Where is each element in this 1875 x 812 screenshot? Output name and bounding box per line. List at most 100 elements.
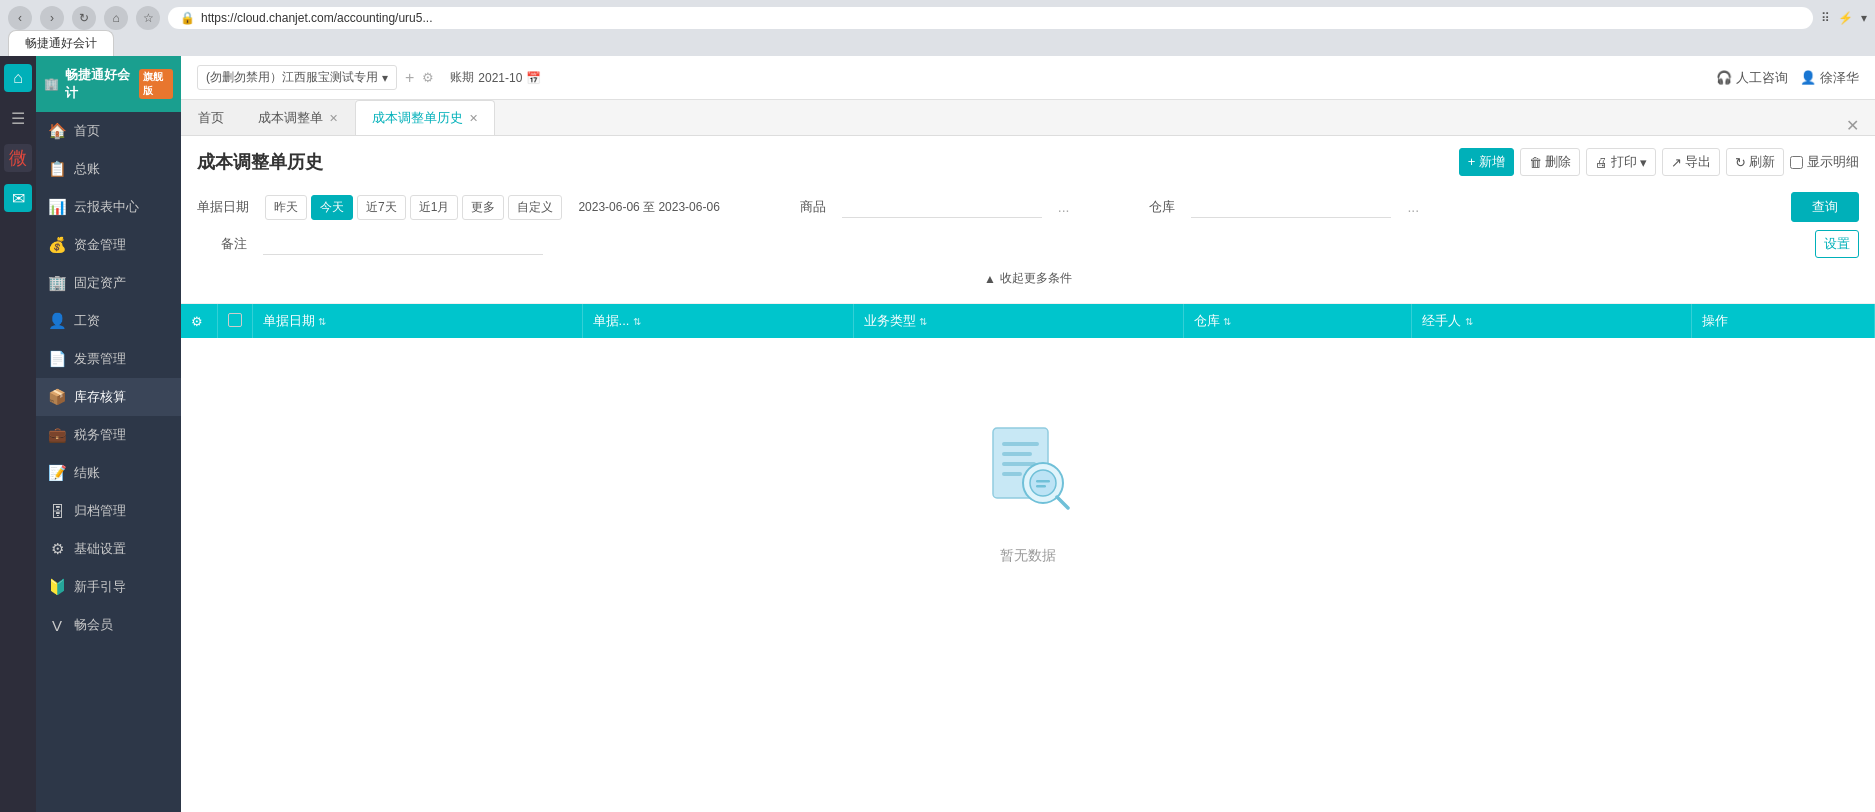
print-label: 打印 bbox=[1611, 153, 1637, 171]
product-more-btn[interactable]: ... bbox=[1058, 199, 1070, 215]
back-button[interactable]: ‹ bbox=[8, 6, 32, 30]
collapse-filter-btn[interactable]: ▲ 收起更多条件 bbox=[984, 270, 1072, 287]
sidebar-label-assets: 固定资产 bbox=[74, 274, 126, 292]
sidebar-item-salary[interactable]: 👤 工资 bbox=[36, 302, 181, 340]
tab-home[interactable]: 首页 bbox=[181, 100, 241, 135]
dropdown-icon[interactable]: ▾ bbox=[1861, 11, 1867, 25]
home-icon: 🏠 bbox=[48, 122, 66, 140]
tab-cost-adjust-close[interactable]: ✕ bbox=[329, 112, 338, 125]
calendar-icon[interactable]: 📅 bbox=[526, 71, 541, 85]
date-buttons: 昨天 今天 近7天 近1月 更多 自定义 bbox=[265, 195, 562, 220]
product-filter-input[interactable] bbox=[842, 196, 1042, 218]
th-date[interactable]: 单据日期 ⇅ bbox=[252, 304, 582, 338]
icon-strip-notify[interactable]: ✉ bbox=[4, 184, 32, 212]
warehouse-filter-input[interactable] bbox=[1191, 196, 1391, 218]
date-btn-today[interactable]: 今天 bbox=[311, 195, 353, 220]
th-handler[interactable]: 经手人 ⇅ bbox=[1412, 304, 1691, 338]
settings-cog-icon[interactable]: ⚙ bbox=[422, 70, 434, 85]
tab-area-close[interactable]: ✕ bbox=[1846, 116, 1859, 135]
icon-strip: ⌂ ☰ 微 ✉ bbox=[0, 56, 36, 812]
th-docno[interactable]: 单据... ⇅ bbox=[582, 304, 853, 338]
settings-filter-btn[interactable]: 设置 bbox=[1815, 230, 1859, 258]
company-selector[interactable]: (勿删勿禁用）江西服宝测试专用 ▾ bbox=[197, 65, 397, 90]
warehouse-more-btn[interactable]: ... bbox=[1407, 199, 1419, 215]
th-settings[interactable]: ⚙ bbox=[181, 304, 217, 338]
archive-icon: 🗄 bbox=[48, 503, 66, 520]
reload-button[interactable]: ↻ bbox=[72, 6, 96, 30]
date-btn-yesterday[interactable]: 昨天 bbox=[265, 195, 307, 220]
sidebar-header: 🏢 畅捷通好会计 旗舰版 bbox=[36, 56, 181, 112]
sidebar-label-finance: 资金管理 bbox=[74, 236, 126, 254]
icon-strip-weibo[interactable]: 微 bbox=[4, 144, 32, 172]
forward-button[interactable]: › bbox=[40, 6, 64, 30]
sidebar-item-archive[interactable]: 🗄 归档管理 bbox=[36, 492, 181, 530]
query-button[interactable]: 查询 bbox=[1791, 192, 1859, 222]
remark-filter-input[interactable] bbox=[263, 233, 543, 255]
sidebar-item-tax[interactable]: 💼 税务管理 bbox=[36, 416, 181, 454]
sidebar-label-salary: 工资 bbox=[74, 312, 100, 330]
sidebar-item-closing[interactable]: 📝 结账 bbox=[36, 454, 181, 492]
sidebar-item-ledger[interactable]: 📋 总账 bbox=[36, 150, 181, 188]
sidebar-item-invoice[interactable]: 📄 发票管理 bbox=[36, 340, 181, 378]
tab-cost-adjust-history[interactable]: 成本调整单历史 ✕ bbox=[355, 100, 495, 135]
export-button[interactable]: ↗ 导出 bbox=[1662, 148, 1720, 176]
ssl-lock-icon: 🔒 bbox=[180, 11, 195, 25]
delete-button[interactable]: 🗑 删除 bbox=[1520, 148, 1580, 176]
url-text: https://cloud.chanjet.com/accounting/uru… bbox=[201, 11, 1801, 25]
sidebar-item-home[interactable]: 🏠 首页 bbox=[36, 112, 181, 150]
lightning-icon[interactable]: ⚡ bbox=[1838, 11, 1853, 25]
page-header: 成本调整单历史 + 新增 🗑 删除 🖨 打印 ▾ ↗ 导出 bbox=[181, 136, 1875, 184]
th-actions: 操作 bbox=[1691, 304, 1874, 338]
browser-tab[interactable]: 畅捷通好会计 bbox=[8, 30, 114, 56]
new-button[interactable]: + 新增 bbox=[1459, 148, 1514, 176]
sidebar-label-settings: 基础设置 bbox=[74, 540, 126, 558]
filter-row-date: 单据日期 昨天 今天 近7天 近1月 更多 自定义 2023-06-06 至 2… bbox=[197, 192, 1859, 222]
sidebar-item-vip[interactable]: V 畅会员 bbox=[36, 606, 181, 644]
warehouse-filter-label: 仓库 bbox=[1125, 198, 1175, 216]
refresh-button[interactable]: ↻ 刷新 bbox=[1726, 148, 1784, 176]
add-company-icon[interactable]: + bbox=[405, 69, 414, 87]
sidebar-item-reports[interactable]: 📊 云报表中心 bbox=[36, 188, 181, 226]
invoice-icon: 📄 bbox=[48, 350, 66, 368]
tab-cost-adjust[interactable]: 成本调整单 ✕ bbox=[241, 100, 355, 135]
date-filter-label: 单据日期 bbox=[197, 198, 249, 216]
date-btn-more[interactable]: 更多 bbox=[462, 195, 504, 220]
th-checkbox[interactable] bbox=[217, 304, 252, 338]
th-warehouse[interactable]: 仓库 ⇅ bbox=[1183, 304, 1412, 338]
period-value: 2021-10 bbox=[478, 71, 522, 85]
empty-illustration bbox=[978, 418, 1078, 531]
icon-strip-home[interactable]: ⌂ bbox=[4, 64, 32, 92]
sidebar-tag: 旗舰版 bbox=[139, 69, 173, 99]
user-info[interactable]: 👤 徐泽华 bbox=[1800, 69, 1859, 87]
assets-icon: 🏢 bbox=[48, 274, 66, 292]
icon-strip-ledger[interactable]: ☰ bbox=[4, 104, 32, 132]
tab-home-label: 首页 bbox=[198, 109, 224, 127]
th-date-sort-icon: ⇅ bbox=[318, 316, 326, 327]
collapse-arrow-icon: ▲ bbox=[984, 272, 996, 286]
sidebar-item-settings[interactable]: ⚙ 基础设置 bbox=[36, 530, 181, 568]
th-docno-label: 单据... bbox=[593, 313, 630, 328]
empty-state: 暂无数据 bbox=[181, 338, 1875, 625]
display-toggle[interactable]: 显示明细 bbox=[1790, 153, 1859, 171]
svg-rect-2 bbox=[1002, 452, 1032, 456]
sidebar-item-inventory[interactable]: 📦 库存核算 bbox=[36, 378, 181, 416]
home-button[interactable]: ⌂ bbox=[104, 6, 128, 30]
sidebar-item-assets[interactable]: 🏢 固定资产 bbox=[36, 264, 181, 302]
header-checkbox[interactable] bbox=[228, 313, 242, 327]
sidebar-item-guide[interactable]: 🔰 新手引导 bbox=[36, 568, 181, 606]
th-biztype[interactable]: 业务类型 ⇅ bbox=[853, 304, 1183, 338]
display-toggle-checkbox[interactable] bbox=[1790, 156, 1803, 169]
tab-cost-adjust-history-close[interactable]: ✕ bbox=[469, 112, 478, 125]
date-btn-7days[interactable]: 近7天 bbox=[357, 195, 406, 220]
star-button[interactable]: ☆ bbox=[136, 6, 160, 30]
print-button[interactable]: 🖨 打印 ▾ bbox=[1586, 148, 1656, 176]
svg-rect-1 bbox=[1002, 442, 1039, 446]
sidebar-item-finance[interactable]: 💰 资金管理 bbox=[36, 226, 181, 264]
address-bar[interactable]: 🔒 https://cloud.chanjet.com/accounting/u… bbox=[168, 7, 1813, 29]
extension-icon[interactable]: ⠿ bbox=[1821, 11, 1830, 25]
inventory-icon: 📦 bbox=[48, 388, 66, 406]
service-btn[interactable]: 🎧 人工咨询 bbox=[1716, 69, 1788, 87]
ledger-icon: 📋 bbox=[48, 160, 66, 178]
date-btn-1month[interactable]: 近1月 bbox=[410, 195, 459, 220]
date-btn-custom[interactable]: 自定义 bbox=[508, 195, 562, 220]
